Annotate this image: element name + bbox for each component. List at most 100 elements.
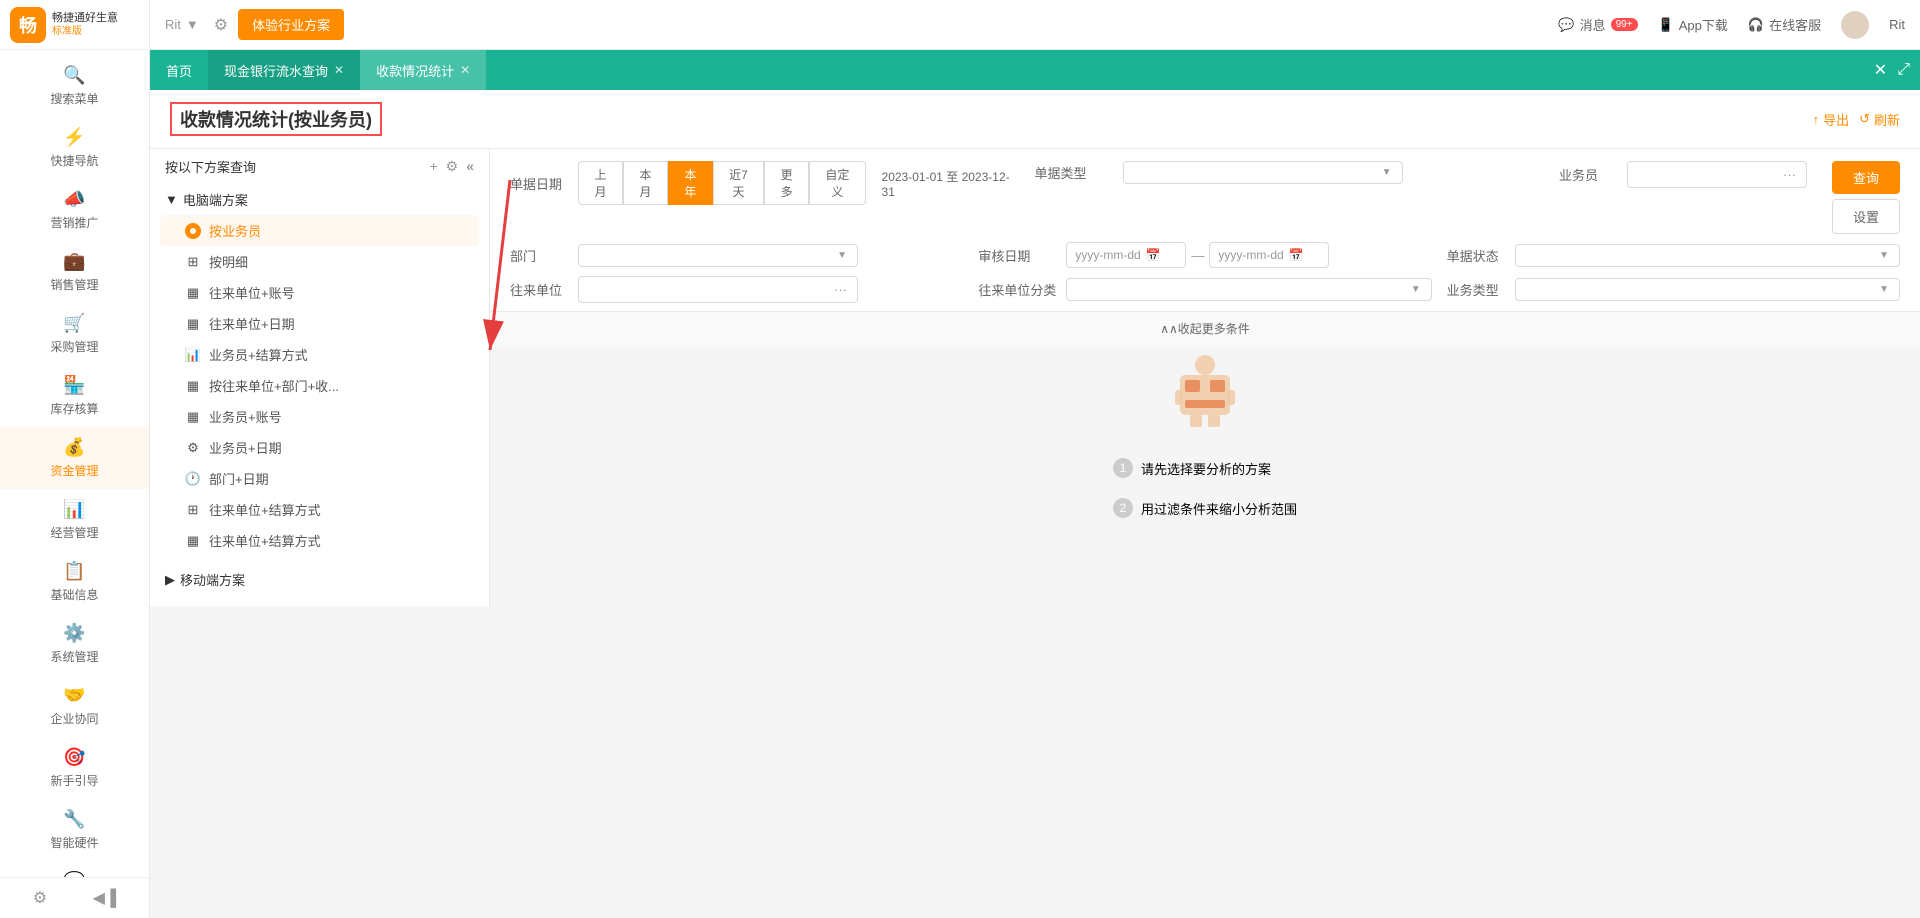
online-service-action[interactable]: 🎧 在线客服 <box>1748 15 1821 34</box>
salesman-select[interactable]: ··· <box>1627 161 1807 188</box>
tab-bar: 首页 现金银行流水查询 ✕ 收款情况统计 ✕ ✕ ⤢ <box>150 50 1920 90</box>
calendar-icon-from: 📅 <box>1146 248 1161 262</box>
refresh-icon: ↺ <box>1859 111 1870 127</box>
settings-footer-icon[interactable]: ⚙ <box>33 888 47 908</box>
review-date-from[interactable]: yyyy-mm-dd 📅 <box>1066 242 1186 268</box>
sidebar-item-purchase[interactable]: 🛒 采购管理 <box>0 303 149 365</box>
date-btn-more[interactable]: 更多 <box>764 161 809 205</box>
app-download-action[interactable]: 📱 App下载 <box>1658 15 1728 34</box>
tree-item-salesman-account[interactable]: ▦ 业务员+账号 <box>160 401 479 432</box>
review-date-label: 审核日期 <box>978 246 1058 265</box>
collapse-bar[interactable]: ∧∧ 收起更多条件 <box>490 311 1920 345</box>
date-btn-this-month[interactable]: 本月 <box>623 161 668 205</box>
set-btn[interactable]: 设置 <box>1832 199 1900 234</box>
tree-item-by-detail[interactable]: ⊞ 按明细 <box>160 246 479 277</box>
sidebar-item-inventory[interactable]: 🏪 库存核算 <box>0 365 149 427</box>
doc-type-chevron: ▼ <box>1382 167 1392 178</box>
trial-btn[interactable]: 体验行业方案 <box>238 9 344 40</box>
tree-collapse-icon: ▶ <box>165 572 175 588</box>
tree-item-counterpart-account[interactable]: ▦ 往来单位+账号 <box>160 277 479 308</box>
doc-status-chevron: ▼ <box>1879 250 1889 261</box>
date-range-display: 2023-01-01 至 2023-12-31 <box>882 168 1020 199</box>
message-action[interactable]: 💬 消息 99+ <box>1558 15 1637 34</box>
counterpart-filter-group: 往来单位 ··· <box>510 276 963 303</box>
search-menu-icon: 🔍 <box>63 65 85 86</box>
sidebar-item-marketing[interactable]: 📣 营销推广 <box>0 179 149 241</box>
tab-receipt-stat[interactable]: 收款情况统计 ✕ <box>360 50 486 90</box>
dept-select[interactable]: ▼ <box>578 244 858 267</box>
doc-status-select[interactable]: ▼ <box>1515 244 1900 267</box>
review-date-inputs: yyyy-mm-dd 📅 — yyyy-mm-dd 📅 <box>1066 242 1329 268</box>
table4-icon: ▦ <box>185 409 201 425</box>
desktop-section-title[interactable]: ▼ 电脑端方案 <box>160 184 479 215</box>
user-name: Rit <box>1889 17 1905 32</box>
salesman-more-icon[interactable]: ··· <box>1783 167 1796 182</box>
review-date-from-text: yyyy-mm-dd <box>1075 248 1140 262</box>
counterpart-more-icon[interactable]: ··· <box>834 282 847 297</box>
dept-chevron: ▼ <box>837 250 847 261</box>
doc-type-select[interactable]: ▼ <box>1123 161 1403 184</box>
dept-filter-group: 部门 ▼ <box>510 244 963 267</box>
export-btn[interactable]: ↑ 导出 <box>1813 110 1850 129</box>
system-icon: ⚙️ <box>63 623 85 644</box>
tab-bank-flow[interactable]: 现金银行流水查询 ✕ <box>208 50 360 90</box>
top-bar: Rit ▼ ⚙ 体验行业方案 💬 消息 99+ 📱 App下载 🎧 在线客服 <box>150 0 1920 50</box>
date-btn-last-7-days[interactable]: 近7天 <box>713 161 764 205</box>
sidebar-item-hardware[interactable]: 🔧 智能硬件 <box>0 799 149 861</box>
empty-tip-2: 2 用过滤条件来缩小分析范围 <box>1113 498 1297 518</box>
tree-item-salesman-date[interactable]: ⚙ 业务员+日期 <box>160 432 479 463</box>
top-bar-left: Rit ▼ ⚙ 体验行业方案 <box>165 9 1558 40</box>
counterpart-cat-select[interactable]: ▼ <box>1066 278 1431 301</box>
tree-item-counterpart-settle1[interactable]: ⊞ 往来单位+结算方式 <box>160 494 479 525</box>
mobile-section-title[interactable]: ▶ 移动端方案 <box>160 564 479 595</box>
sidebar-item-corp[interactable]: 🤝 企业协同 <box>0 675 149 737</box>
right-content-area: 单据日期 上月 本月 本年 近7天 更多 自定义 2023-01-01 至 20… <box>490 149 1920 606</box>
tab-receipt-stat-close[interactable]: ✕ <box>460 63 470 77</box>
counterpart-select[interactable]: ··· <box>578 276 858 303</box>
tree-item-counterpart-date[interactable]: ▦ 往来单位+日期 <box>160 308 479 339</box>
logo-icon: 畅 <box>10 7 46 43</box>
tab-maximize-btn[interactable]: ⤢ <box>1897 61 1910 79</box>
date-btn-custom[interactable]: 自定义 <box>809 161 865 205</box>
sidebar-item-finance[interactable]: 💰 资金管理 <box>0 427 149 489</box>
workspace-dropdown[interactable]: ▼ <box>186 17 199 32</box>
purchase-icon: 🛒 <box>63 313 85 334</box>
sidebar-item-guide[interactable]: 🎯 新手引导 <box>0 737 149 799</box>
review-date-to[interactable]: yyyy-mm-dd 📅 <box>1209 242 1329 268</box>
query-btn[interactable]: 查询 <box>1832 161 1900 194</box>
sidebar-footer: ⚙ ◀▐ <box>0 877 149 918</box>
refresh-btn[interactable]: ↺ 刷新 <box>1859 110 1900 129</box>
sidebar-item-wechat[interactable]: 💬 企业微信 <box>0 861 149 877</box>
counterpart-cat-label: 往来单位分类 <box>978 280 1058 299</box>
left-panel-actions: + ⚙ « <box>429 158 474 175</box>
tree-item-counterpart-settle2[interactable]: ▦ 往来单位+结算方式 <box>160 525 479 556</box>
date-btn-this-year[interactable]: 本年 <box>668 161 713 205</box>
biz-type-select[interactable]: ▼ <box>1515 278 1900 301</box>
tree-item-counterpart-dept[interactable]: ▦ 按往来单位+部门+收... <box>160 370 479 401</box>
collapse-sidebar-icon[interactable]: ◀▐ <box>93 888 117 908</box>
sidebar-item-quicknav[interactable]: ⚡ 快捷导航 <box>0 117 149 179</box>
salesman-label: 业务员 <box>1559 165 1619 184</box>
tab-bank-flow-close[interactable]: ✕ <box>334 63 344 77</box>
page-content: 收款情况统计(按业务员) ↑ 导出 ↺ 刷新 按以下方 <box>150 90 1920 918</box>
sidebar-item-basic[interactable]: 📋 基础信息 <box>0 551 149 613</box>
tree-item-by-salesman[interactable]: 按业务员 <box>160 215 479 246</box>
settings-scheme-btn[interactable]: ⚙ <box>446 158 459 175</box>
sidebar-item-operation[interactable]: 📊 经营管理 <box>0 489 149 551</box>
settings-icon[interactable]: ⚙ <box>214 15 228 35</box>
date-btn-last-month[interactable]: 上月 <box>578 161 623 205</box>
sidebar-item-system[interactable]: ⚙️ 系统管理 <box>0 613 149 675</box>
tab-close-all-btn[interactable]: ✕ <box>1874 60 1887 80</box>
tree-item-dept-date[interactable]: 🕐 部门+日期 <box>160 463 479 494</box>
doc-status-filter-group: 单据状态 ▼ <box>1447 244 1900 267</box>
user-avatar[interactable] <box>1841 11 1869 39</box>
collapse-panel-btn[interactable]: « <box>466 158 474 175</box>
add-scheme-btn[interactable]: + <box>429 158 437 175</box>
workspace-name: Rit <box>165 17 181 32</box>
sidebar-item-sales[interactable]: 💼 销售管理 <box>0 241 149 303</box>
tab-home[interactable]: 首页 <box>150 50 208 90</box>
counterpart-cat-filter-group: 往来单位分类 ▼ <box>978 278 1431 301</box>
sidebar-item-search[interactable]: 🔍 搜索菜单 <box>0 55 149 117</box>
tree-item-salesman-settle[interactable]: 📊 业务员+结算方式 <box>160 339 479 370</box>
guide-icon: 🎯 <box>63 747 85 768</box>
